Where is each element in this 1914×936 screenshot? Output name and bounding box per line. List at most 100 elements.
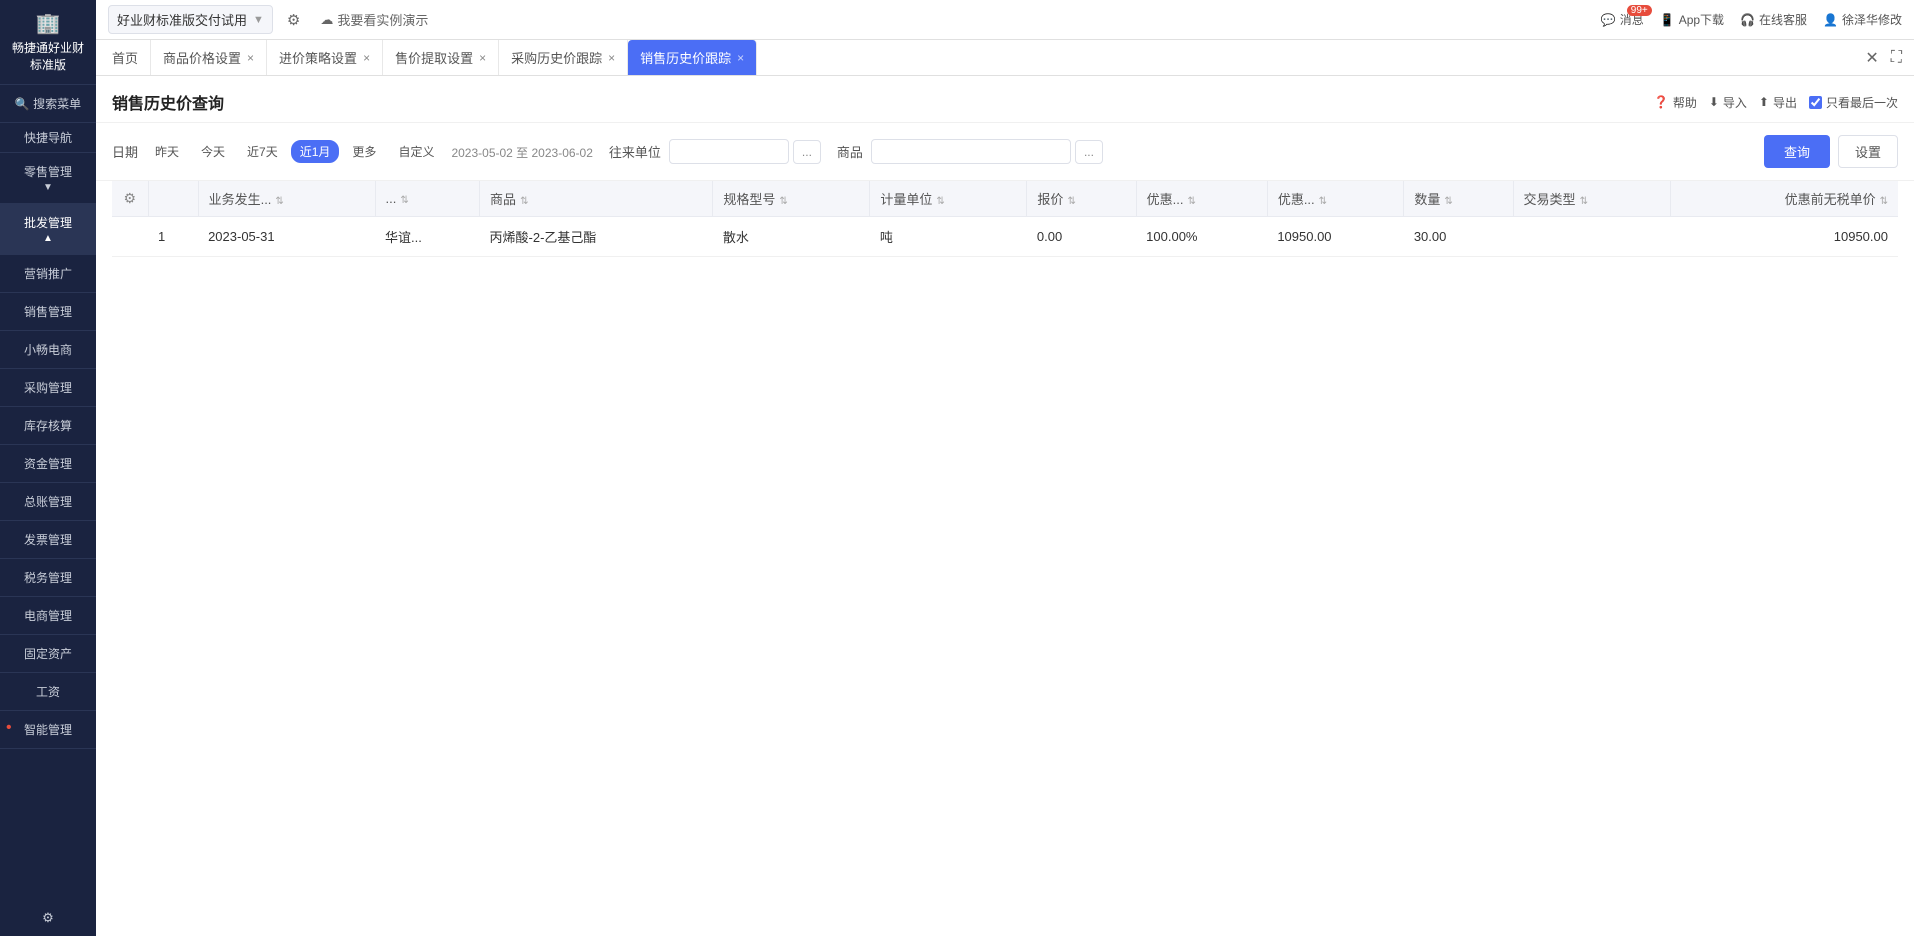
sidebar-item-ledger[interactable]: 总账管理	[0, 483, 96, 521]
app-download-btn[interactable]: 📱 App下载	[1660, 11, 1724, 28]
date-btn-today[interactable]: 今天	[192, 140, 234, 163]
row-pretax-price: 10950.00	[1670, 217, 1898, 257]
user-profile-btn[interactable]: 👤 徐泽华修改	[1823, 11, 1902, 28]
only-last-checkbox-label: 只看最后一次	[1809, 94, 1898, 111]
sidebar-item-tax[interactable]: 税务管理	[0, 559, 96, 597]
tab-close-btn[interactable]: ✕	[1861, 46, 1882, 70]
sidebar-item-assets[interactable]: 固定资产	[0, 635, 96, 673]
finance-label: 资金管理	[24, 455, 72, 472]
tab-sale-price-label: 售价提取设置	[395, 48, 473, 67]
marketing-label: 营销推广	[24, 265, 72, 282]
col-product[interactable]: 商品⇅	[480, 181, 713, 217]
tab-product-price-close[interactable]: ×	[247, 51, 254, 65]
sidebar-item-purchase[interactable]: 采购管理	[0, 369, 96, 407]
product-input[interactable]	[871, 139, 1071, 164]
date-btn-7days[interactable]: 近7天	[238, 140, 287, 163]
tab-purchase-strategy-close[interactable]: ×	[363, 51, 370, 65]
only-last-checkbox[interactable]	[1809, 96, 1822, 109]
date-btn-yesterday[interactable]: 昨天	[146, 140, 188, 163]
tab-purchase-strategy[interactable]: 进价策略设置 ×	[267, 40, 383, 76]
table-gear-icon[interactable]: ⚙	[123, 190, 136, 206]
sidebar-item-retail[interactable]: 零售管理 ▼	[0, 153, 96, 204]
topbar-settings-icon[interactable]: ⚙	[283, 7, 304, 33]
product-select-chevron-icon: ▼	[253, 14, 264, 26]
col-discount-amt[interactable]: 优惠...⇅	[1267, 181, 1404, 217]
col-gear: ⚙	[112, 181, 148, 217]
tab-sales-history[interactable]: 销售历史价跟踪 ×	[628, 40, 757, 76]
sidebar-item-smart[interactable]: 智能管理	[0, 711, 96, 749]
product-search-label: 商品	[837, 142, 863, 161]
col-price[interactable]: 报价⇅	[1027, 181, 1136, 217]
product-dots-btn[interactable]: ...	[1075, 140, 1103, 164]
col-pretax-price[interactable]: 优惠前无税单价⇅	[1670, 181, 1898, 217]
tab-sale-price-close[interactable]: ×	[479, 51, 486, 65]
tab-purchase-history-label: 采购历史价跟踪	[511, 48, 602, 67]
quick-nav-label: 快捷导航	[24, 131, 72, 145]
sidebar: 🏢 畅捷通好业财 标准版 🔍 搜索菜单 快捷导航 零售管理 ▼ 批发管理 ▲ 营…	[0, 0, 96, 936]
page-title: 销售历史价查询	[112, 90, 224, 114]
row-price: 0.00	[1027, 217, 1136, 257]
purchase-label: 采购管理	[24, 379, 72, 396]
import-btn[interactable]: ⬇ 导入	[1709, 94, 1747, 111]
row-product: 丙烯酸-2-乙基己酯	[480, 217, 713, 257]
settings-gear-icon: ⚙	[42, 910, 54, 925]
sidebar-item-sales[interactable]: 销售管理	[0, 293, 96, 331]
date-btn-custom[interactable]: 自定义	[389, 140, 443, 163]
sidebar-item-invoice[interactable]: 发票管理	[0, 521, 96, 559]
page-header-actions: ❓ 帮助 ⬇ 导入 ⬆ 导出 只看最后一次	[1654, 94, 1898, 111]
topbar-right: 💬 消息 99+ 📱 App下载 🎧 在线客服 👤 徐泽华修改	[1601, 11, 1902, 28]
sidebar-quick-nav[interactable]: 快捷导航	[0, 123, 96, 153]
source-unit-input[interactable]	[669, 139, 789, 164]
data-table: ⚙ 业务发生...⇅ ...⇅ 商品⇅ 规格型号⇅ 计量单位⇅ 报价⇅ 优惠..…	[112, 181, 1898, 257]
col-unit[interactable]: 计量单位⇅	[870, 181, 1027, 217]
row-unit: 吨	[870, 217, 1027, 257]
import-icon: ⬇	[1709, 95, 1719, 109]
col-extra[interactable]: ...⇅	[375, 181, 480, 217]
sidebar-item-salary[interactable]: 工资	[0, 673, 96, 711]
sidebar-item-wholesale[interactable]: 批发管理 ▲	[0, 204, 96, 255]
tab-purchase-history[interactable]: 采购历史价跟踪 ×	[499, 40, 628, 76]
online-service-btn[interactable]: 🎧 在线客服	[1740, 11, 1807, 28]
product-select[interactable]: 好业财标准版交付试用 ▼	[108, 5, 273, 34]
col-biz-date[interactable]: 业务发生...⇅	[198, 181, 375, 217]
headset-icon: 🎧	[1740, 13, 1755, 27]
demo-btn[interactable]: ☁ 我要看实例演示	[320, 10, 428, 29]
sidebar-item-inventory[interactable]: 库存核算	[0, 407, 96, 445]
export-btn[interactable]: ⬆ 导出	[1759, 94, 1797, 111]
tab-product-price[interactable]: 商品价格设置 ×	[151, 40, 267, 76]
sidebar-item-ecommerce[interactable]: 电商管理	[0, 597, 96, 635]
sidebar-item-finance[interactable]: 资金管理	[0, 445, 96, 483]
sidebar-settings[interactable]: ⚙	[0, 900, 96, 936]
tab-home[interactable]: 首页	[100, 40, 151, 76]
import-label: 导入	[1723, 94, 1747, 111]
col-trade-type[interactable]: 交易类型⇅	[1513, 181, 1670, 217]
row-extra: 华谊...	[375, 217, 480, 257]
date-btn-more[interactable]: 更多	[343, 140, 385, 163]
sidebar-item-ecommerce-small[interactable]: 小畅电商	[0, 331, 96, 369]
logo-icon: 🏢	[36, 10, 61, 38]
user-name: 徐泽华修改	[1842, 11, 1902, 28]
ecommerce-label: 电商管理	[24, 607, 72, 624]
tab-home-label: 首页	[112, 48, 138, 67]
tab-sales-history-close[interactable]: ×	[737, 51, 744, 65]
ecommerce-small-label: 小畅电商	[24, 341, 72, 358]
col-discount-pct[interactable]: 优惠...⇅	[1136, 181, 1267, 217]
tab-sale-price[interactable]: 售价提取设置 ×	[383, 40, 499, 76]
query-btn[interactable]: 查询	[1764, 135, 1830, 168]
tab-purchase-history-close[interactable]: ×	[608, 51, 615, 65]
help-btn[interactable]: ❓ 帮助	[1654, 94, 1697, 111]
table-wrap: ⚙ 业务发生...⇅ ...⇅ 商品⇅ 规格型号⇅ 计量单位⇅ 报价⇅ 优惠..…	[96, 181, 1914, 257]
tab-expand-btn[interactable]: ⛶	[1887, 47, 1906, 69]
col-spec[interactable]: 规格型号⇅	[713, 181, 870, 217]
online-service-label: 在线客服	[1759, 11, 1807, 28]
col-qty[interactable]: 数量⇅	[1404, 181, 1513, 217]
sidebar-item-marketing[interactable]: 营销推广	[0, 255, 96, 293]
message-btn[interactable]: 💬 消息 99+	[1601, 11, 1644, 28]
source-unit-dots-btn[interactable]: ...	[793, 140, 821, 164]
date-btn-1month[interactable]: 近1月	[291, 140, 340, 163]
row-discount-pct: 100.00%	[1136, 217, 1267, 257]
settings-btn[interactable]: 设置	[1838, 135, 1898, 168]
export-icon: ⬆	[1759, 95, 1769, 109]
app-download-label: App下载	[1679, 11, 1724, 28]
sidebar-search[interactable]: 🔍 搜索菜单	[0, 85, 96, 123]
